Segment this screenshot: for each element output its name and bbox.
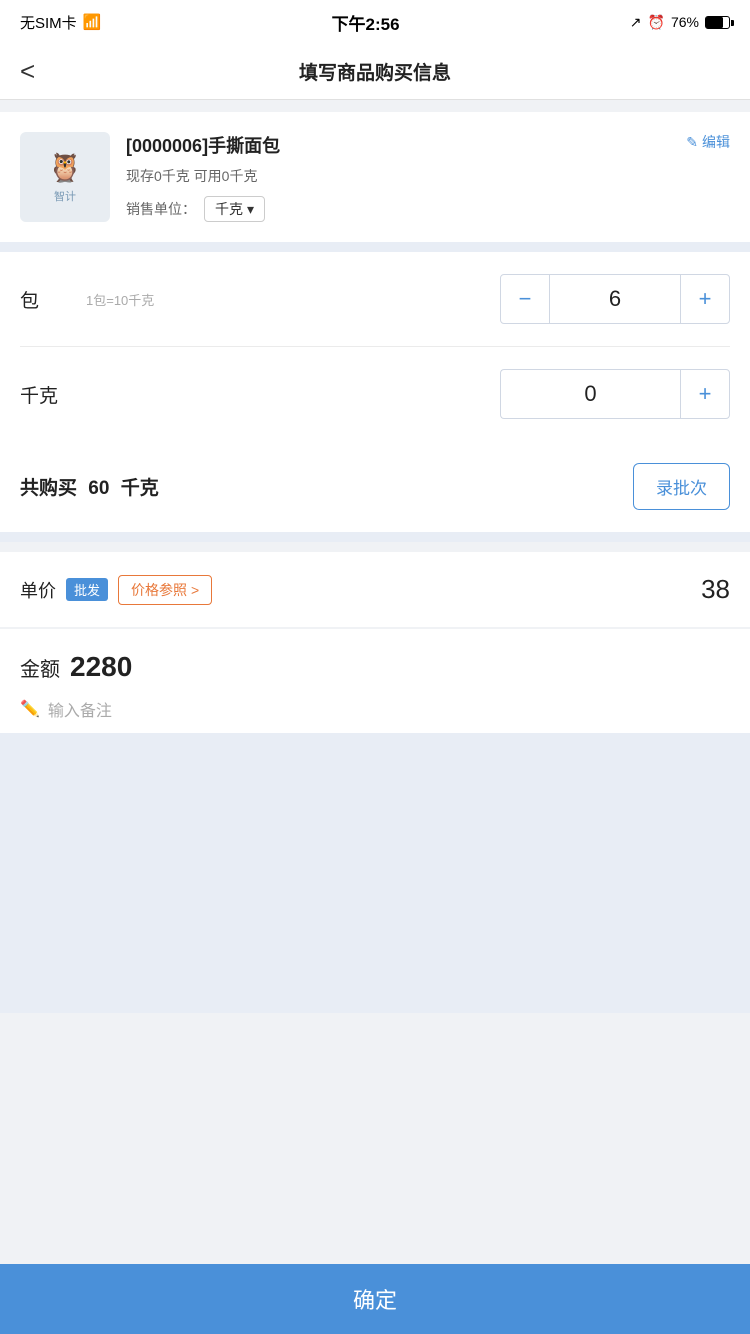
page-title: 填写商品购买信息: [299, 58, 451, 85]
record-batch-button[interactable]: 录批次: [633, 463, 730, 510]
product-thumbnail: 🦉 智计: [20, 132, 110, 222]
unit-value: 千克: [215, 199, 243, 219]
note-row[interactable]: ✏️ 输入备注: [20, 697, 730, 721]
product-name: [0000006]手撕面包: [126, 132, 280, 158]
product-section: 🦉 智计 [0000006]手撕面包 ✎ 编辑 现存0千克 可用0千克 销售单位…: [0, 112, 750, 242]
status-right: ↗ ⏰ 76%: [630, 14, 730, 31]
note-label: 输入备注: [48, 697, 112, 721]
section-divider-1: [0, 242, 750, 252]
battery-icon: [705, 16, 730, 29]
confirm-button[interactable]: 确定: [0, 1264, 750, 1334]
package-minus-button[interactable]: −: [500, 274, 550, 324]
edit-button[interactable]: ✎ 编辑: [686, 132, 730, 152]
price-value: 38: [701, 574, 730, 605]
edit-icon: ✎: [686, 134, 698, 151]
back-button[interactable]: <: [20, 56, 35, 87]
kilogram-label: 千克: [20, 381, 80, 408]
amount-value: 2280: [70, 651, 132, 683]
price-ref-arrow-icon: >: [191, 582, 199, 598]
status-bar: 无SIM卡 📶 下午2:56 ↗ ⏰ 76%: [0, 0, 750, 44]
product-logo-icon: 🦉: [48, 151, 83, 184]
price-label: 单价: [20, 577, 56, 603]
package-hint: 1包=10千克: [86, 290, 154, 309]
package-stepper: − +: [500, 274, 730, 324]
package-row: 包 1包=10千克 − +: [20, 252, 730, 347]
battery-text: 76%: [671, 14, 699, 30]
package-plus-button[interactable]: +: [680, 274, 730, 324]
status-time: 下午2:56: [332, 10, 400, 35]
product-logo-label: 智计: [54, 188, 76, 204]
edit-label: 编辑: [702, 132, 730, 152]
wifi-icon: 📶: [83, 13, 102, 31]
nav-bar: < 填写商品购买信息: [0, 44, 750, 100]
package-input[interactable]: [550, 274, 680, 324]
price-type-badge: 批发: [66, 578, 108, 601]
pencil-icon: ✏️: [20, 699, 40, 719]
total-text: 共购买 60 千克: [20, 473, 159, 500]
total-prefix: 共购买: [20, 478, 77, 499]
package-label: 包: [20, 286, 80, 313]
carrier-text: 无SIM卡: [20, 12, 77, 33]
unit-dropdown[interactable]: 千克 ▾: [204, 196, 265, 222]
section-divider-2: [0, 532, 750, 542]
product-stock: 现存0千克 可用0千克: [126, 166, 730, 186]
kilogram-row: 千克 +: [20, 347, 730, 441]
empty-space: [0, 733, 750, 1013]
kilogram-plus-button[interactable]: +: [680, 369, 730, 419]
dropdown-arrow-icon: ▾: [247, 201, 254, 218]
product-info: [0000006]手撕面包 ✎ 编辑 现存0千克 可用0千克 销售单位： 千克 …: [126, 132, 730, 222]
price-ref-button[interactable]: 价格参照 >: [118, 575, 212, 605]
kilogram-input[interactable]: [500, 369, 680, 419]
price-ref-label: 价格参照: [131, 580, 187, 600]
total-quantity: 60: [88, 478, 109, 499]
kilogram-stepper: +: [500, 369, 730, 419]
price-section: 单价 批发 价格参照 > 38: [0, 552, 750, 627]
input-section: 包 1包=10千克 − + 千克 +: [0, 252, 750, 441]
status-left: 无SIM卡 📶: [20, 12, 101, 33]
amount-row: 金额 2280: [20, 651, 730, 683]
amount-section: 金额 2280 ✏️ 输入备注: [0, 629, 750, 733]
alarm-icon: ⏰: [648, 14, 665, 31]
unit-label: 销售单位：: [126, 199, 196, 219]
location-icon: ↗: [630, 14, 642, 31]
amount-label: 金额: [20, 653, 60, 682]
total-unit: 千克: [121, 478, 159, 499]
total-section: 共购买 60 千克 录批次: [0, 441, 750, 532]
product-unit-row: 销售单位： 千克 ▾: [126, 196, 730, 222]
